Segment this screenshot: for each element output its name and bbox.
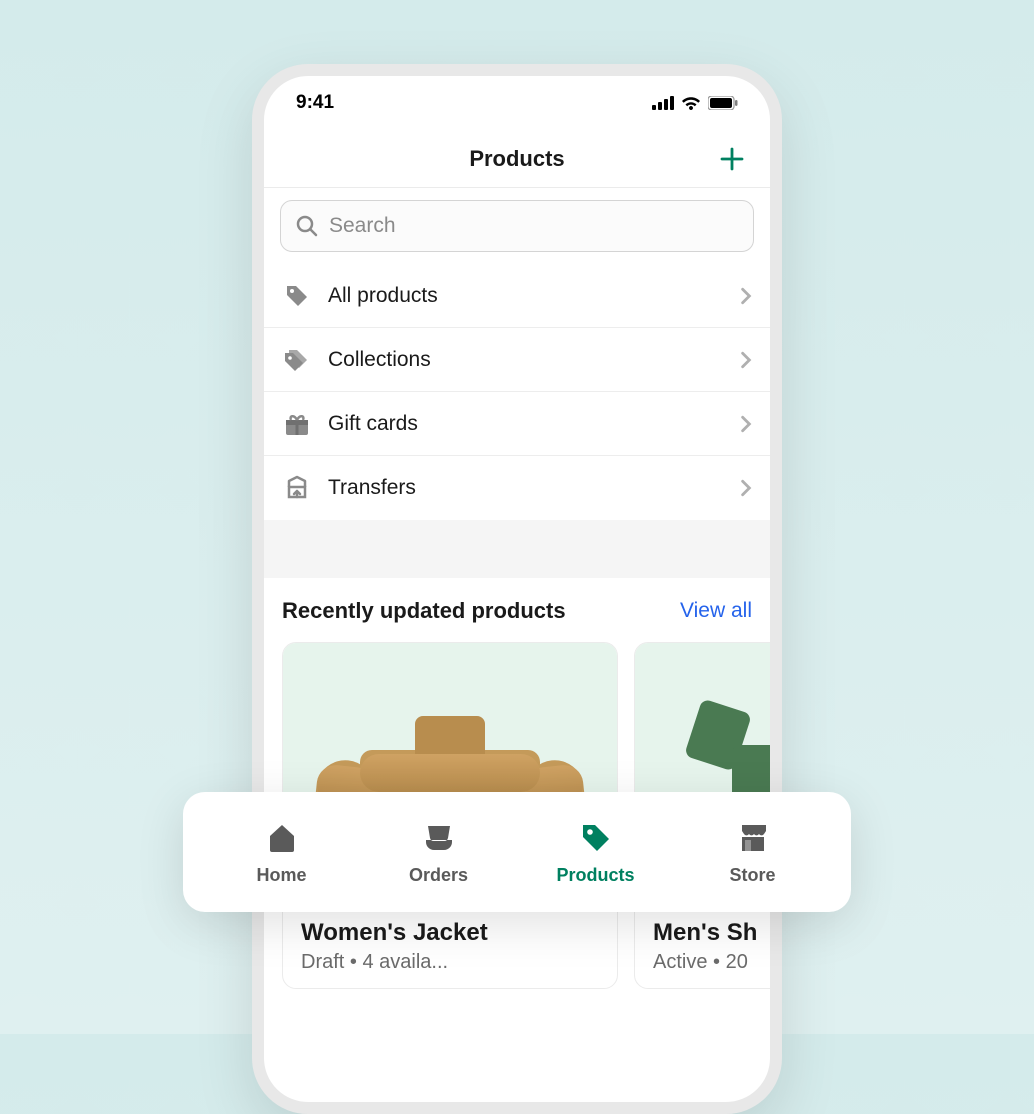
tab-home[interactable]: Home [203, 818, 360, 886]
products-icon [576, 818, 616, 858]
status-bar: 9:41 [264, 76, 770, 130]
recent-header: Recently updated products View all [282, 598, 752, 624]
chevron-right-icon [740, 479, 752, 497]
product-info: Women's Jacket Draft • 4 availa... [283, 905, 617, 988]
home-icon [262, 818, 302, 858]
menu-list: All products Collections Gift cards Tran… [264, 264, 770, 520]
wifi-icon [681, 96, 701, 110]
tab-orders[interactable]: Orders [360, 818, 517, 886]
menu-label: Collections [328, 348, 740, 372]
tab-products[interactable]: Products [517, 818, 674, 886]
menu-item-collections[interactable]: Collections [264, 328, 770, 392]
search-input[interactable] [329, 214, 739, 238]
product-name: Women's Jacket [301, 919, 599, 947]
tags-icon [282, 345, 312, 375]
menu-label: Gift cards [328, 412, 740, 436]
signal-icon [652, 96, 674, 110]
tab-label: Orders [409, 865, 468, 886]
section-divider [264, 520, 770, 578]
status-indicators [652, 96, 738, 110]
plus-icon [719, 146, 745, 172]
menu-item-transfers[interactable]: Transfers [264, 456, 770, 520]
product-meta: Active • 20 [653, 951, 782, 974]
tab-store[interactable]: Store [674, 818, 831, 886]
chevron-right-icon [740, 415, 752, 433]
chevron-right-icon [740, 287, 752, 305]
gift-icon [282, 409, 312, 439]
search-box[interactable] [280, 200, 754, 252]
status-time: 9:41 [296, 92, 334, 114]
phone-frame: 9:41 Products All products [252, 64, 782, 1114]
chevron-right-icon [740, 351, 752, 369]
tab-label: Products [556, 865, 634, 886]
page-header: Products [264, 130, 770, 188]
transfer-icon [282, 473, 312, 503]
battery-icon [708, 96, 738, 110]
menu-label: Transfers [328, 476, 740, 500]
product-name: Men's Sh [653, 919, 782, 947]
store-icon [733, 818, 773, 858]
page-title: Products [469, 146, 564, 172]
tab-bar: Home Orders Products Store [183, 792, 851, 912]
product-meta: Draft • 4 availa... [301, 951, 599, 974]
tag-icon [282, 281, 312, 311]
menu-item-all-products[interactable]: All products [264, 264, 770, 328]
recent-title: Recently updated products [282, 598, 566, 624]
view-all-link[interactable]: View all [680, 599, 752, 623]
menu-item-gift-cards[interactable]: Gift cards [264, 392, 770, 456]
product-info: Men's Sh Active • 20 [635, 905, 782, 988]
menu-label: All products [328, 284, 740, 308]
add-button[interactable] [714, 141, 750, 177]
search-icon [295, 214, 319, 238]
orders-icon [419, 818, 459, 858]
search-container [264, 188, 770, 264]
tab-label: Home [256, 865, 306, 886]
tab-label: Store [729, 865, 775, 886]
